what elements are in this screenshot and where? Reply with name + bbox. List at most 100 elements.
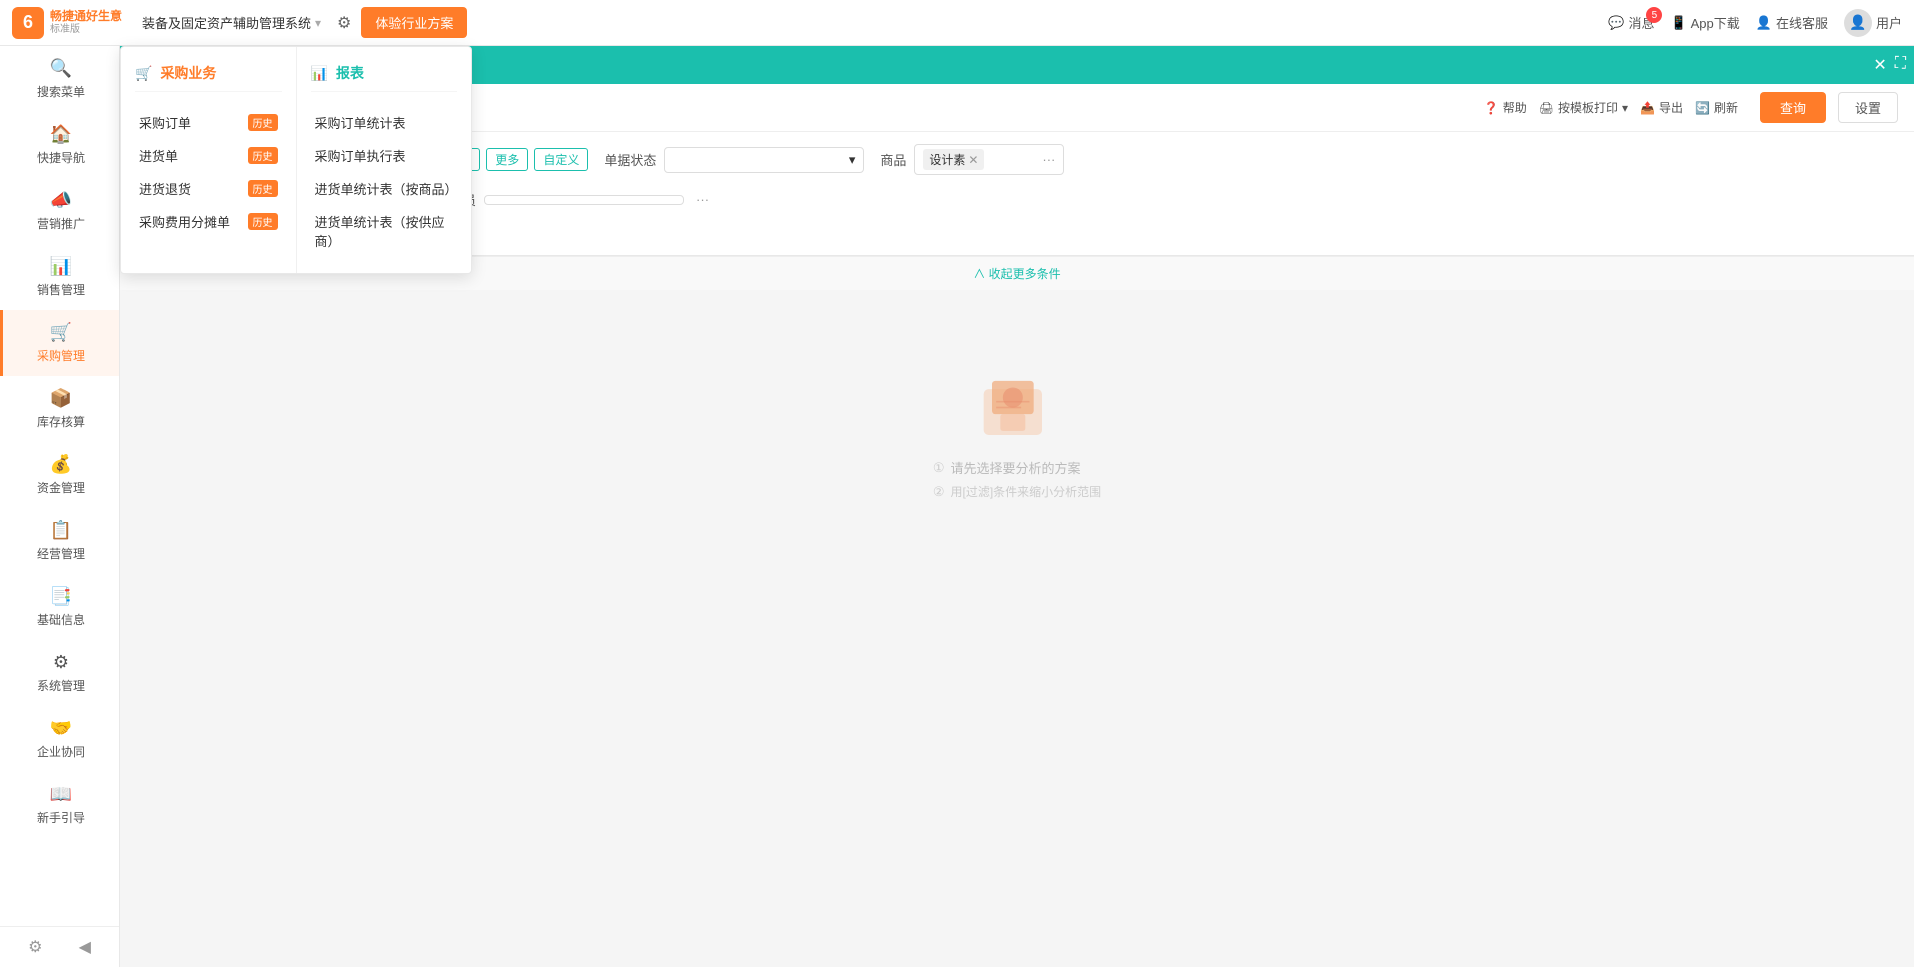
sidebar-item-enterprise[interactable]: 🤝 企业协同 <box>0 706 119 772</box>
dropdown-col-report: 📊 报表 采购订单统计表 采购订单执行表 进货单统计表（按商品） 进货单统计表（… <box>297 47 472 273</box>
dropdown-item-order-stat[interactable]: 采购订单统计表 <box>311 106 458 139</box>
dropdown-purchase-title: 🛒 采购业务 <box>135 63 282 92</box>
top-header: 6 畅捷通好生意 标准版 装备及固定资产辅助管理系统 ▾ ⚙ 体验行业方案 💬 … <box>0 0 1914 46</box>
user-avatar: 👤 <box>1844 9 1872 37</box>
salesman-more-btn[interactable]: ··· <box>696 192 709 207</box>
query-btn[interactable]: 查询 <box>1760 92 1826 123</box>
status-filter: 单据状态 ▾ <box>604 147 864 173</box>
app-download-btn[interactable]: 📱 App下载 <box>1670 13 1739 32</box>
empty-line2: 用[过滤]条件来缩小分析范围 <box>950 483 1101 500</box>
sidebar-item-operations[interactable]: 📋 经营管理 <box>0 508 119 574</box>
sidebar-item-purchase[interactable]: 🛒 采购管理 <box>0 310 119 376</box>
quick-custom[interactable]: 自定义 <box>534 148 588 171</box>
enterprise-icon: 🤝 <box>50 718 72 739</box>
tab-maximize-btn[interactable]: ⛶ <box>1895 55 1906 75</box>
hist-badge-0: 历史 <box>248 114 278 131</box>
sidebar-label-sales: 销售管理 <box>37 281 85 298</box>
help-icon: ❓ <box>1484 101 1499 115</box>
sidebar-label-finance: 资金管理 <box>37 479 85 496</box>
sidebar-bottom: ⚙ ◀ <box>0 926 119 967</box>
home-icon: 🏠 <box>50 124 72 145</box>
goods-input[interactable]: 设计素 ✕ ··· <box>914 144 1064 175</box>
refresh-label: 刷新 <box>1714 99 1738 116</box>
sidebar-collapse-icon[interactable]: ◀ <box>79 937 91 957</box>
goods-filter: 商品 设计素 ✕ ··· <box>880 144 1064 175</box>
dropdown-item-purchase-order[interactable]: 采购订单 历史 <box>135 106 282 139</box>
dropdown-item-expense[interactable]: 采购费用分摊单 历史 <box>135 205 282 238</box>
user-label: 用户 <box>1876 13 1902 32</box>
sidebar-item-finance[interactable]: 💰 资金管理 <box>0 442 119 508</box>
messages-badge: 5 <box>1646 7 1662 23</box>
export-icon: 📤 <box>1640 101 1655 115</box>
sidebar-settings-icon[interactable]: ⚙ <box>28 937 42 957</box>
help-btn[interactable]: ❓ 帮助 <box>1484 99 1527 116</box>
settings-btn[interactable]: 设置 <box>1838 92 1898 123</box>
hist-badge-3: 历史 <box>248 213 278 230</box>
sidebar-item-base-info[interactable]: 📑 基础信息 <box>0 574 119 640</box>
sidebar-label-quick: 快捷导航 <box>37 149 85 166</box>
print-label: 按模板打印 <box>1558 99 1618 116</box>
dropdown-item-stock-in[interactable]: 进货单 历史 <box>135 139 282 172</box>
refresh-icon: 🔄 <box>1695 101 1710 115</box>
empty-line1: 请先选择要分析的方案 <box>950 458 1080 477</box>
sidebar-item-marketing[interactable]: 📣 营销推广 <box>0 178 119 244</box>
system-title-dropdown[interactable]: 装备及固定资产辅助管理系统 ▾ <box>142 13 321 32</box>
header-right: 💬 消息 5 📱 App下载 👤 在线客服 👤 用户 <box>1608 9 1902 37</box>
print-icon: 🖨 <box>1539 101 1554 115</box>
search-icon: 🔍 <box>50 58 72 79</box>
status-dropdown-icon: ▾ <box>849 152 856 168</box>
tab-bar-right: ✕ ⛶ <box>1873 55 1906 75</box>
quick-more[interactable]: 更多 <box>486 148 528 171</box>
dropdown-purchase-label: 采购业务 <box>160 63 216 83</box>
dropdown-col-purchase: 🛒 采购业务 采购订单 历史 进货单 历史 进货退货 历史 采购费用分摊单 历史 <box>121 47 297 273</box>
user-menu[interactable]: 👤 用户 <box>1844 9 1902 37</box>
collapse-icon: ∧ <box>973 267 985 281</box>
sidebar-label-search: 搜索菜单 <box>37 83 85 100</box>
sidebar-item-guide[interactable]: 📖 新手引导 <box>0 772 119 838</box>
goods-tag-close[interactable]: ✕ <box>968 153 978 167</box>
industry-btn[interactable]: 体验行业方案 <box>361 7 467 38</box>
base-info-icon: 📑 <box>50 586 72 607</box>
goods-more-btn[interactable]: ··· <box>1042 152 1055 167</box>
header-settings-icon[interactable]: ⚙ <box>337 13 351 33</box>
sales-icon: 📊 <box>50 256 72 277</box>
export-btn[interactable]: 📤 导出 <box>1640 99 1683 116</box>
print-dropdown-icon: ▾ <box>1622 101 1628 115</box>
messages-btn[interactable]: 💬 消息 5 <box>1608 13 1654 32</box>
purchase-dropdown-menu: 🛒 采购业务 采购订单 历史 进货单 历史 进货退货 历史 采购费用分摊单 历史… <box>120 46 472 274</box>
online-service-btn[interactable]: 👤 在线客服 <box>1756 13 1828 32</box>
system-title-text: 装备及固定资产辅助管理系统 <box>142 13 311 32</box>
dropdown-item-stock-by-goods[interactable]: 进货单统计表（按商品） <box>311 172 458 205</box>
app-download-label: App下载 <box>1691 13 1740 32</box>
brand-title: 畅捷通好生意 <box>50 9 122 23</box>
brand-subtitle: 标准版 <box>50 24 122 36</box>
dropdown-item-stock-by-supplier[interactable]: 进货单统计表（按供应商） <box>311 205 458 257</box>
goods-tag: 设计素 ✕ <box>923 149 984 170</box>
sidebar-item-system[interactable]: ⚙ 系统管理 <box>0 640 119 706</box>
salesman-select[interactable] <box>484 195 684 205</box>
dropdown-arrow-icon: ▾ <box>315 16 321 30</box>
sidebar-item-sales[interactable]: 📊 销售管理 <box>0 244 119 310</box>
dropdown-report-label: 报表 <box>336 63 364 83</box>
status-select[interactable]: ▾ <box>664 147 864 173</box>
export-label: 导出 <box>1659 99 1683 116</box>
finance-icon: 💰 <box>50 454 72 475</box>
dropdown-report-title: 📊 报表 <box>311 63 458 92</box>
sidebar-item-quick-nav[interactable]: 🏠 快捷导航 <box>0 112 119 178</box>
dropdown-item-return[interactable]: 进货退货 历史 <box>135 172 282 205</box>
sidebar-label-enterprise: 企业协同 <box>37 743 85 760</box>
print-btn[interactable]: 🖨 按模板打印 ▾ <box>1539 99 1628 116</box>
sidebar-label-marketing: 营销推广 <box>37 215 85 232</box>
tab-close-btn[interactable]: ✕ <box>1873 55 1886 75</box>
system-icon: ⚙ <box>53 652 69 673</box>
sidebar-label-system: 系统管理 <box>37 677 85 694</box>
logo-area: 6 畅捷通好生意 标准版 <box>12 7 132 39</box>
salesman-filter: 业务员 ··· <box>437 190 709 209</box>
purchase-icon: 🛒 <box>50 322 72 343</box>
dropdown-purchase-icon: 🛒 <box>135 65 152 82</box>
dropdown-item-order-exec[interactable]: 采购订单执行表 <box>311 139 458 172</box>
sidebar-item-inventory[interactable]: 📦 库存核算 <box>0 376 119 442</box>
sidebar-item-search-menu[interactable]: 🔍 搜索菜单 <box>0 46 119 112</box>
dropdown-report-icon: 📊 <box>311 65 328 82</box>
refresh-btn[interactable]: 🔄 刷新 <box>1695 99 1738 116</box>
